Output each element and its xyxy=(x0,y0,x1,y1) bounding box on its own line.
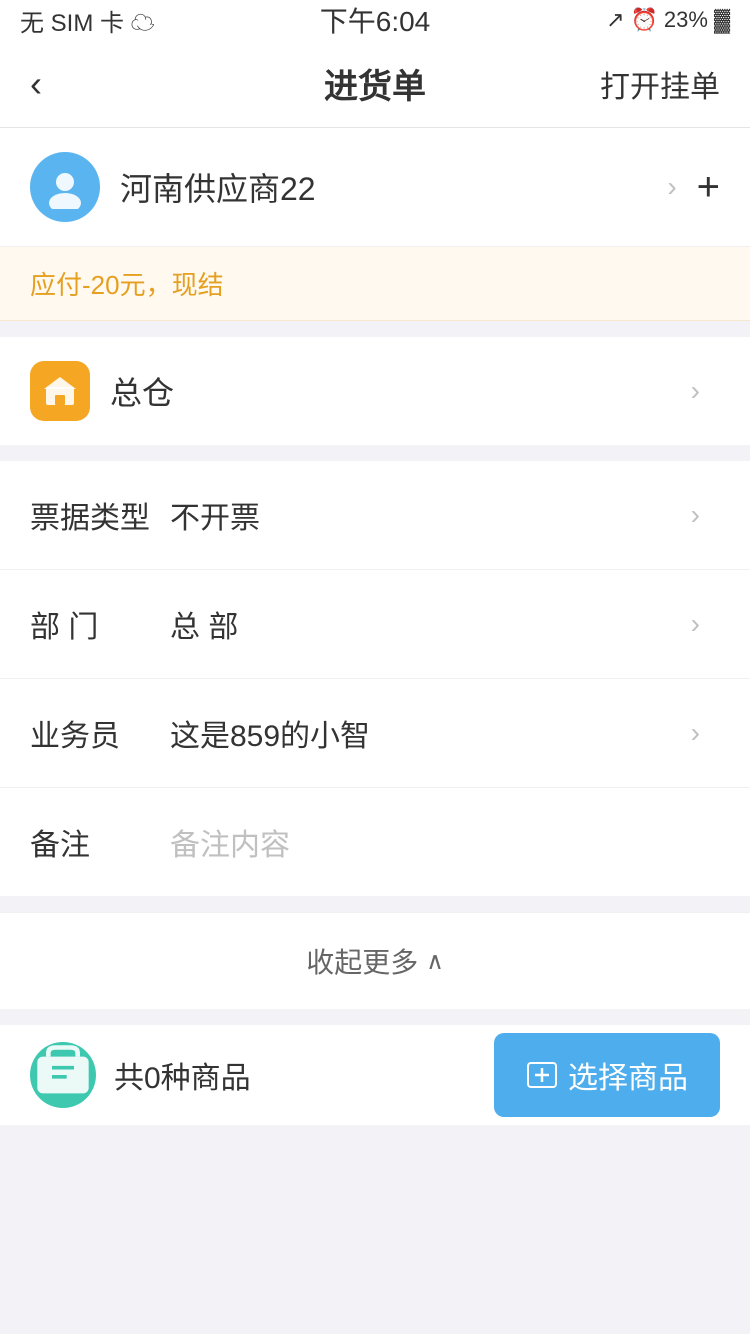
invoice-type-row[interactable]: 票据类型 不开票 › xyxy=(0,461,750,570)
status-bar: 无 SIM 卡 ☁ 下午6:04 ↗ ⏰ 23% ▓ xyxy=(0,0,750,40)
invoice-type-label: 票据类型 xyxy=(30,493,170,537)
nav-bar: ‹ 进货单 打开挂单 xyxy=(0,40,750,128)
sim-status: 无 SIM 卡 ☁ xyxy=(20,3,155,38)
salesperson-chevron-icon: › xyxy=(691,717,700,749)
salesperson-label: 业务员 xyxy=(30,711,170,755)
cart-icon xyxy=(30,1042,96,1108)
warehouse-name: 总仓 xyxy=(110,368,691,414)
department-label: 部 门 xyxy=(30,602,170,646)
supplier-chevron-icon: › xyxy=(667,171,676,203)
select-product-label: 选择商品 xyxy=(568,1053,688,1097)
salesperson-row[interactable]: 业务员 这是859的小智 › xyxy=(0,679,750,788)
remark-placeholder[interactable]: 备注内容 xyxy=(170,820,720,864)
invoice-type-value: 不开票 xyxy=(170,493,691,537)
warehouse-chevron-icon: › xyxy=(691,375,700,407)
battery-level: 23% xyxy=(664,7,708,33)
warehouse-card[interactable]: 总仓 › xyxy=(0,337,750,445)
select-product-icon xyxy=(526,1061,558,1089)
location-icon: ↗ xyxy=(606,7,624,33)
battery-icon: ▓ xyxy=(714,7,730,33)
invoice-type-chevron-icon: › xyxy=(691,499,700,531)
supplier-card: 河南供应商22 › + 应付-20元，现结 xyxy=(0,128,750,321)
notice-bar: 应付-20元，现结 xyxy=(0,247,750,321)
page-title: 进货单 xyxy=(324,59,426,108)
product-count: 共0种商品 xyxy=(114,1053,494,1097)
remark-row[interactable]: 备注 备注内容 xyxy=(0,788,750,896)
supplier-avatar xyxy=(30,152,100,222)
collapse-button[interactable]: 收起更多 ∧ xyxy=(0,912,750,1009)
status-right: ↗ ⏰ 23% ▓ xyxy=(606,7,730,33)
back-button[interactable]: ‹ xyxy=(30,63,90,105)
salesperson-value: 这是859的小智 xyxy=(170,711,691,755)
supplier-name: 河南供应商22 xyxy=(120,164,667,210)
footer-bar: 共0种商品 选择商品 xyxy=(0,1025,750,1125)
warehouse-row[interactable]: 总仓 › xyxy=(0,337,750,445)
warehouse-icon xyxy=(30,361,90,421)
select-product-button[interactable]: 选择商品 xyxy=(494,1033,720,1117)
collapse-icon: ∧ xyxy=(426,947,444,976)
open-pending-button[interactable]: 打开挂单 xyxy=(600,62,720,106)
collapse-section: 收起更多 ∧ xyxy=(0,912,750,1009)
notice-text: 应付-20元，现结 xyxy=(30,270,224,300)
main-content: 河南供应商22 › + 应付-20元，现结 总仓 › 票据类型 不开票 xyxy=(0,128,750,1125)
department-chevron-icon: › xyxy=(691,608,700,640)
form-section: 票据类型 不开票 › 部 门 总 部 › 业务员 这是859的小智 › 备注 备… xyxy=(0,461,750,896)
remark-label: 备注 xyxy=(30,820,170,864)
collapse-label: 收起更多 xyxy=(306,941,418,981)
add-button[interactable]: + xyxy=(697,165,720,210)
status-time: 下午6:04 xyxy=(320,0,431,40)
status-left: 无 SIM 卡 ☁ xyxy=(20,3,155,38)
alarm-icon: ⏰ xyxy=(631,7,658,33)
department-value: 总 部 xyxy=(170,602,691,646)
department-row[interactable]: 部 门 总 部 › xyxy=(0,570,750,679)
supplier-row[interactable]: 河南供应商22 › + xyxy=(0,128,750,247)
